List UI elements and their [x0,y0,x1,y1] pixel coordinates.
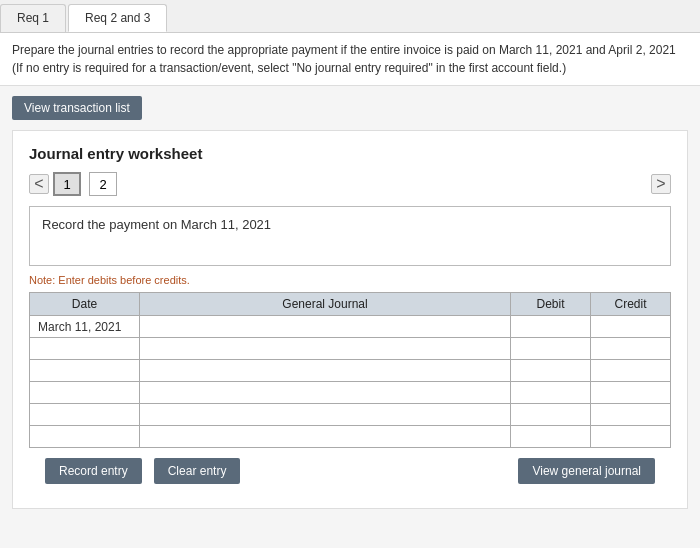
note-text: Note: Enter debits before credits. [29,274,671,286]
tab-req2and3[interactable]: Req 2 and 3 [68,4,167,32]
table-cell-journal[interactable] [140,338,511,360]
table-cell-journal[interactable] [140,426,511,448]
table-cell-credit[interactable] [591,382,671,404]
tabs-bar: Req 1 Req 2 and 3 [0,0,700,33]
table-row [30,404,671,426]
table-row [30,360,671,382]
table-cell-journal[interactable] [140,360,511,382]
table-cell-debit[interactable] [511,360,591,382]
table-row: March 11, 2021 [30,316,671,338]
journal-entry-worksheet: Journal entry worksheet < 1 2 > Record t… [12,130,688,509]
view-transaction-button[interactable]: View transaction list [12,96,142,120]
table-cell-credit[interactable] [591,404,671,426]
col-header-general-journal: General Journal [140,293,511,316]
table-cell-debit[interactable] [511,382,591,404]
prev-page-arrow[interactable]: < [29,174,49,194]
table-row [30,338,671,360]
col-header-date: Date [30,293,140,316]
table-cell-date[interactable] [30,426,140,448]
table-cell-debit[interactable] [511,338,591,360]
table-cell-date[interactable] [30,360,140,382]
tab-req1[interactable]: Req 1 [0,4,66,32]
table-cell-credit[interactable] [591,316,671,338]
table-cell-date[interactable] [30,338,140,360]
table-cell-credit[interactable] [591,360,671,382]
view-general-journal-button[interactable]: View general journal [518,458,655,484]
record-entry-button[interactable]: Record entry [45,458,142,484]
table-row [30,382,671,404]
table-cell-date[interactable]: March 11, 2021 [30,316,140,338]
col-header-credit: Credit [591,293,671,316]
table-cell-journal[interactable] [140,404,511,426]
page-2[interactable]: 2 [89,172,117,196]
table-cell-debit[interactable] [511,316,591,338]
main-container: Req 1 Req 2 and 3 Prepare the journal en… [0,0,700,548]
instructions-text: Prepare the journal entries to record th… [0,33,700,86]
table-cell-journal[interactable] [140,382,511,404]
table-cell-debit[interactable] [511,426,591,448]
worksheet-title: Journal entry worksheet [29,145,671,162]
next-page-arrow[interactable]: > [651,174,671,194]
table-cell-date[interactable] [30,404,140,426]
table-cell-credit[interactable] [591,338,671,360]
journal-table: Date General Journal Debit Credit March … [29,292,671,448]
page-1[interactable]: 1 [53,172,81,196]
clear-entry-button[interactable]: Clear entry [154,458,241,484]
bottom-buttons: Record entry Clear entry View general jo… [29,448,671,494]
table-cell-debit[interactable] [511,404,591,426]
table-row [30,426,671,448]
table-cell-credit[interactable] [591,426,671,448]
transaction-description: Record the payment on March 11, 2021 [29,206,671,266]
nav-row: < 1 2 > [29,172,671,196]
table-cell-journal[interactable] [140,316,511,338]
table-cell-date[interactable] [30,382,140,404]
col-header-debit: Debit [511,293,591,316]
